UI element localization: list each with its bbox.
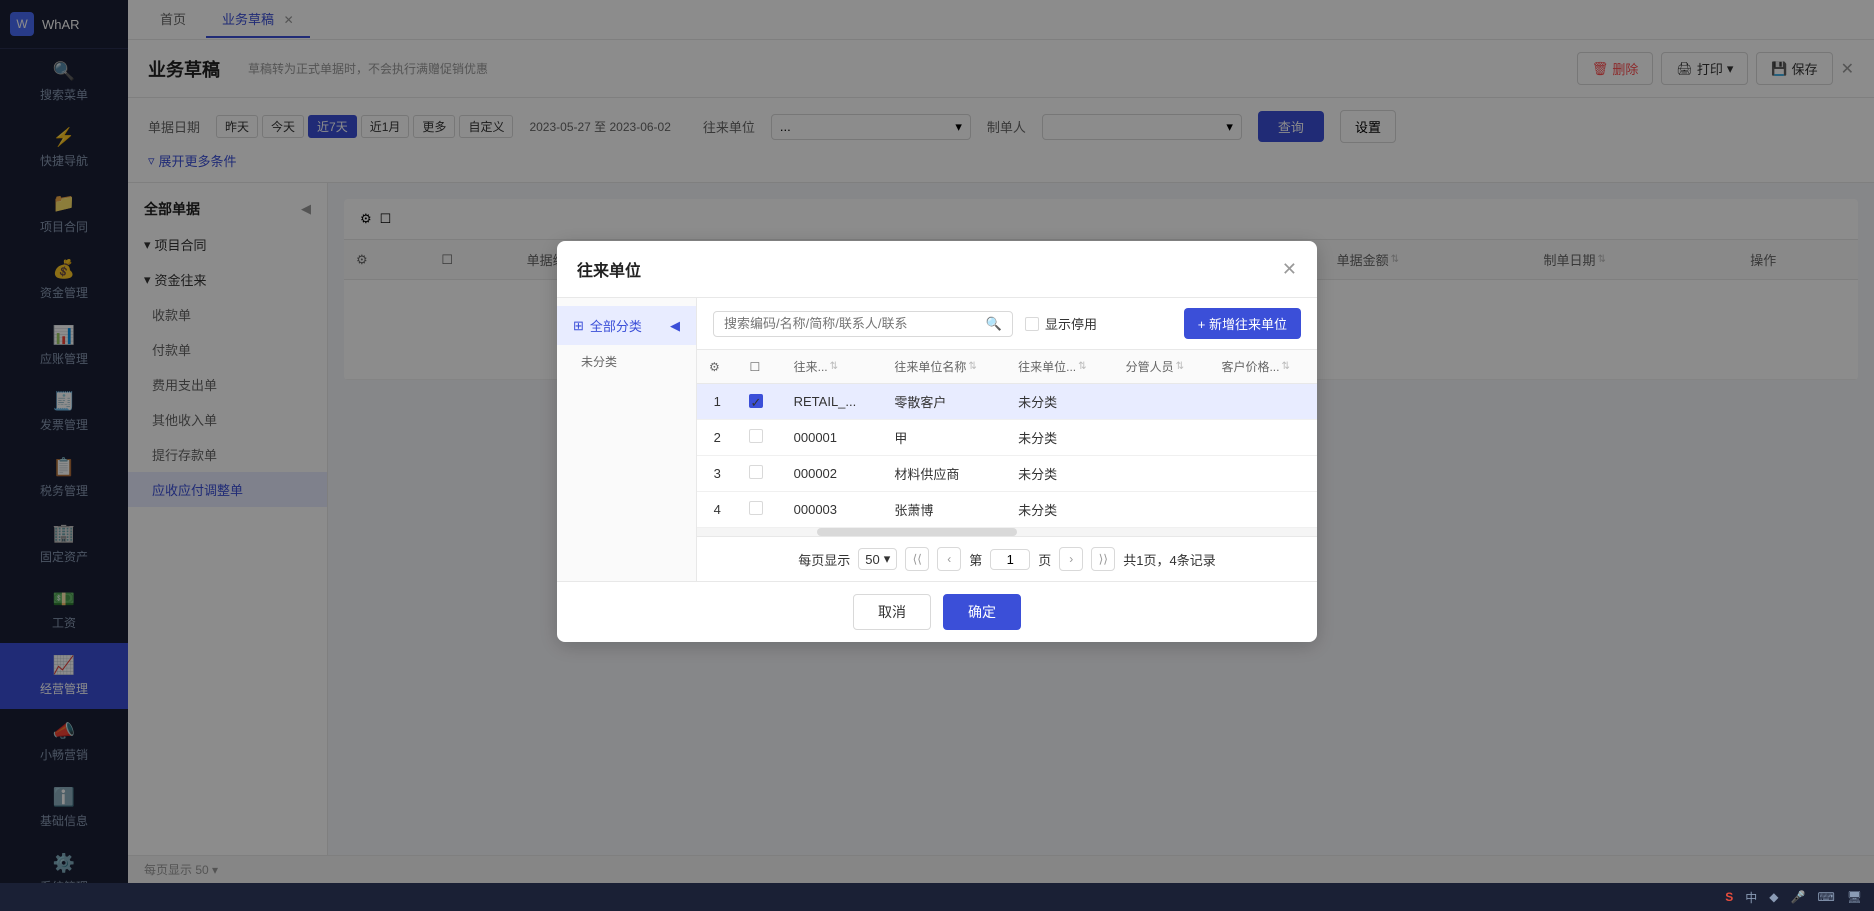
modal-toolbar: 🔍 显示停用 + 新增往来单位 — [697, 298, 1317, 350]
col-name: 往来单位名称 ⇅ — [882, 350, 1006, 384]
modal-overlay: 往来单位 ✕ ⊞ 全部分类 ◀ 未分类 🔍 — [0, 0, 1874, 883]
per-page-label: 每页显示 — [798, 550, 850, 569]
total-info: 共1页，4条记录 — [1123, 550, 1215, 569]
col-manager: 分管人员 ⇅ — [1114, 350, 1210, 384]
cancel-button[interactable]: 取消 — [853, 594, 931, 630]
confirm-button[interactable]: 确定 — [943, 594, 1021, 630]
col-code: 往来... ⇅ — [782, 350, 883, 384]
add-partner-button[interactable]: + 新增往来单位 — [1184, 308, 1301, 339]
search-input[interactable] — [724, 316, 980, 331]
modal-table: ⚙ ☐ 往来... ⇅ 往来单位名称 ⇅ 往来单位... ⇅ 分管人员 ⇅ 客户… — [697, 350, 1317, 528]
modal-close-button[interactable]: ✕ — [1282, 259, 1297, 280]
collapse-sidebar-icon[interactable]: ◀ — [670, 318, 680, 334]
last-page-button[interactable]: ⟩⟩ — [1091, 547, 1115, 571]
per-page-select[interactable]: 50 ▾ — [858, 548, 897, 570]
row-checkbox[interactable] — [749, 429, 763, 443]
col-price: 客户价格... ⇅ — [1209, 350, 1317, 384]
modal-header: 往来单位 ✕ — [557, 241, 1317, 298]
disabled-checkbox[interactable] — [1025, 317, 1039, 331]
table-row[interactable]: 4 000003 张萧博 未分类 — [697, 492, 1317, 528]
chevron-down-icon: ▾ — [884, 551, 891, 567]
col-category: 往来单位... ⇅ — [1006, 350, 1113, 384]
modal-table-wrap: ⚙ ☐ 往来... ⇅ 往来单位名称 ⇅ 往来单位... ⇅ 分管人员 ⇅ 客户… — [697, 350, 1317, 528]
status-bar: S 中 ◆ 🎤 ⌨ 🖥 — [0, 883, 1874, 911]
row-checkbox[interactable] — [749, 501, 763, 515]
table-row[interactable]: 3 000002 材料供应商 未分类 — [697, 456, 1317, 492]
row-checkbox[interactable] — [749, 465, 763, 479]
status-zh: 中 — [1745, 889, 1757, 906]
grid-icon: ⊞ — [573, 318, 584, 334]
status-mic: 🎤 — [1790, 890, 1805, 904]
first-page-button[interactable]: ⟨⟨ — [905, 547, 929, 571]
status-s: S — [1725, 890, 1733, 904]
col-check-all: ☐ — [737, 350, 781, 384]
col-settings: ⚙ — [697, 350, 737, 384]
status-diamond: ◆ — [1769, 890, 1778, 904]
page-number-input[interactable] — [990, 549, 1030, 570]
status-monitor: 🖥 — [1847, 890, 1862, 904]
row-checkbox[interactable]: ✓ — [749, 394, 763, 408]
modal-title: 往来单位 — [577, 257, 641, 281]
modal-scrollbar-thumb[interactable] — [817, 528, 1017, 536]
status-keyboard: ⌨ — [1817, 890, 1834, 904]
table-row[interactable]: 2 000001 甲 未分类 — [697, 420, 1317, 456]
modal-body: ⊞ 全部分类 ◀ 未分类 🔍 显示停用 — [557, 298, 1317, 581]
next-page-button[interactable]: › — [1059, 547, 1083, 571]
modal-sidebar-all[interactable]: ⊞ 全部分类 ◀ — [557, 306, 696, 345]
modal-main: 🔍 显示停用 + 新增往来单位 ⚙ ☐ — [697, 298, 1317, 581]
modal-sidebar-uncategorized[interactable]: 未分类 — [557, 345, 696, 378]
table-row[interactable]: 1 ✓ RETAIL_... 零散客户 未分类 — [697, 384, 1317, 420]
search-box[interactable]: 🔍 — [713, 311, 1013, 337]
modal-pagination: 每页显示 50 ▾ ⟨⟨ ‹ 第 页 › ⟩⟩ 共1页，4条记录 — [697, 536, 1317, 581]
modal-sidebar: ⊞ 全部分类 ◀ 未分类 — [557, 298, 697, 581]
modal-scrollbar[interactable] — [697, 528, 1317, 536]
prev-page-button[interactable]: ‹ — [937, 547, 961, 571]
modal-actions: 取消 确定 — [557, 581, 1317, 642]
show-disabled-toggle[interactable]: 显示停用 — [1025, 314, 1097, 333]
search-icon: 🔍 — [986, 316, 1002, 332]
partner-modal: 往来单位 ✕ ⊞ 全部分类 ◀ 未分类 🔍 — [557, 241, 1317, 642]
